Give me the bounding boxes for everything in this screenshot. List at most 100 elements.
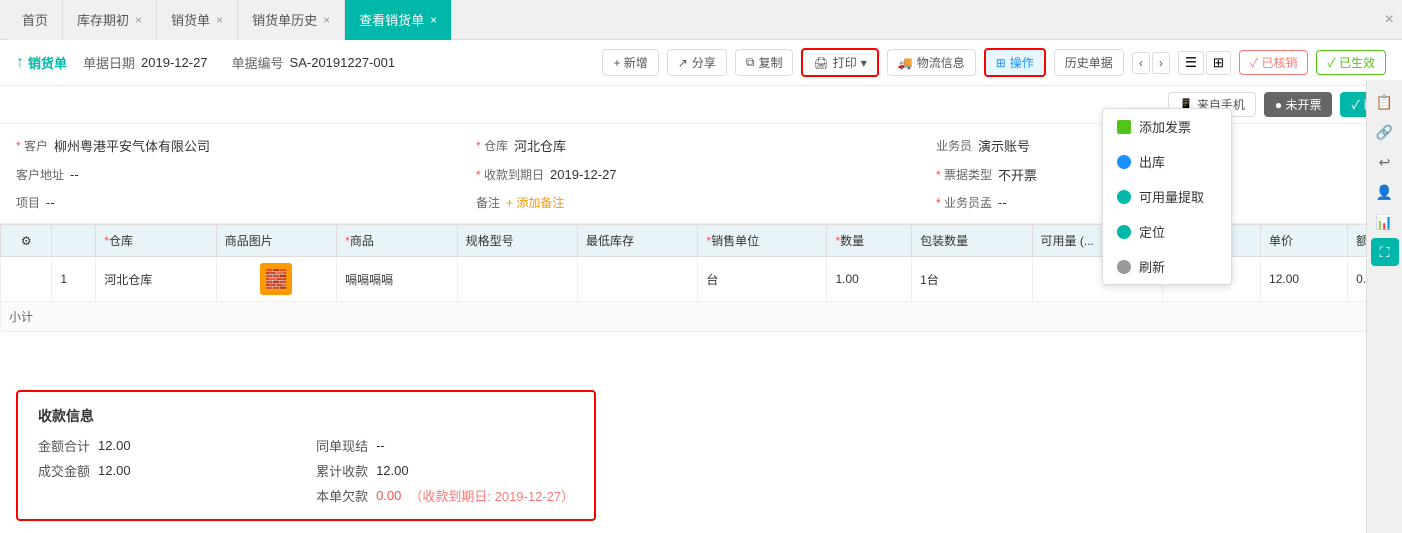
total-amount-label: 金额合计 [38, 436, 90, 455]
col-product: *商品 [337, 225, 457, 257]
col-product-img: 商品图片 [216, 225, 336, 257]
col-spec: 规格型号 [457, 225, 577, 257]
print-dropdown-arrow: ▾ [861, 56, 867, 70]
number-label: 单据编号 [232, 53, 284, 72]
outbound-label: 出库 [1139, 152, 1165, 171]
sidebar-icon-undo[interactable]: ↩ [1371, 148, 1399, 176]
history-button[interactable]: 历史单据 [1054, 49, 1124, 76]
sidebar-icon-expand[interactable]: ⛶ [1371, 238, 1399, 266]
unopened-button[interactable]: ● 未开票 [1264, 92, 1333, 117]
tab-inventory-init[interactable]: 库存期初 × [63, 0, 157, 40]
prev-button[interactable]: ‹ [1132, 52, 1150, 74]
new-button[interactable]: + 新增 [602, 49, 658, 76]
available-qty-label: 可用量提取 [1139, 187, 1204, 206]
dropdown-item-add-invoice[interactable]: 添加发票 [1103, 109, 1231, 144]
copy-button[interactable]: ⧉ 复制 [735, 49, 794, 76]
date-value: 2019-12-27 [141, 55, 208, 70]
customer-row: 客户 柳州粤港平安气体有限公司 [16, 136, 466, 155]
balance-row: 本单欠款 0.00 （收款到期日: 2019-12-27） [316, 486, 574, 505]
salesperson-value: 演示账号 [978, 136, 1030, 155]
payment-info-title: 收款信息 [38, 406, 574, 426]
dropdown-item-available-qty[interactable]: 可用量提取 [1103, 179, 1231, 214]
dropdown-item-locate[interactable]: 定位 [1103, 214, 1231, 249]
tab-close-view[interactable]: × [430, 13, 437, 27]
subtotal-row: 小计 [1, 302, 1402, 332]
cell-pack-qty: 1台 [912, 257, 1032, 302]
view-toggle: ☰ ⊞ [1178, 51, 1231, 75]
share-icon: ↗ [678, 56, 688, 70]
print-button[interactable]: 🖨 打印 ▾ [801, 48, 878, 77]
salesperson2-value: -- [998, 195, 1007, 210]
settlement-value: -- [376, 438, 385, 453]
balance-label: 本单欠款 [316, 486, 368, 505]
col-warehouse: *仓库 [96, 225, 216, 257]
tab-sales-order[interactable]: 销货单 × [157, 0, 238, 40]
settlement-row: 同单现结 -- [316, 436, 574, 455]
cancelled-badge[interactable]: ✓ 已核销 [1239, 50, 1309, 75]
dropdown-item-outbound[interactable]: 出库 [1103, 144, 1231, 179]
available-qty-icon [1117, 190, 1131, 204]
ticket-type-label: 票据类型 [936, 166, 992, 183]
payment-info-grid: 金额合计 12.00 同单现结 -- 成交金额 12.00 累计收款 12.00 [38, 436, 574, 505]
tab-close-history[interactable]: × [323, 13, 330, 27]
cell-warehouse: 河北仓库 [96, 257, 216, 302]
col-sales-unit: *销售单位 [698, 225, 827, 257]
bottom-section: 收款信息 金额合计 12.00 同单现结 -- 成交金额 12.00 [0, 378, 1402, 533]
cell-sales-unit: 台 [698, 257, 827, 302]
tab-bar: 首页 库存期初 × 销货单 × 销货单历史 × 查看销货单 × × [0, 0, 1402, 40]
project-label: 项目 [16, 194, 40, 211]
transaction-amount-row: 成交金额 12.00 [38, 461, 296, 480]
grid-view-button[interactable]: ⊞ [1206, 51, 1231, 75]
sidebar-icon-chart[interactable]: 📊 [1371, 208, 1399, 236]
col-pack-qty: 包装数量 [912, 225, 1032, 257]
warehouse-value: 河北仓库 [514, 136, 566, 155]
date-label: 单据日期 [83, 53, 135, 72]
sidebar-icon-link[interactable]: 🔗 [1371, 118, 1399, 146]
tab-home[interactable]: 首页 [8, 0, 63, 40]
operation-button[interactable]: ⊞ 操作 [984, 48, 1046, 77]
locate-icon [1117, 225, 1131, 239]
transaction-value: 12.00 [98, 463, 131, 478]
cell-settings [1, 257, 52, 302]
cumulative-row: 累计收款 12.00 [316, 461, 574, 480]
logistics-icon: 🚚 [898, 56, 913, 70]
cumulative-value: 12.00 [376, 463, 409, 478]
tab-close-sales[interactable]: × [216, 13, 223, 27]
dropdown-item-refresh[interactable]: 刷新 [1103, 249, 1231, 284]
customer-label: 客户 [16, 137, 48, 154]
doc-type-badge: ↑ 销货单 [16, 53, 67, 72]
cumulative-label: 累计收款 [316, 461, 368, 480]
project-value: -- [46, 195, 55, 210]
document-header: ↑ 销货单 单据日期 2019-12-27 单据编号 SA-20191227-0… [0, 40, 1402, 86]
share-button[interactable]: ↗ 分享 [667, 49, 727, 76]
number-value: SA-20191227-001 [290, 55, 396, 70]
right-sidebar: 📋 🔗 ↩ 👤 📊 ⛶ [1366, 80, 1402, 533]
print-icon: 🖨 [813, 56, 828, 70]
tab-sales-history[interactable]: 销货单历史 × [238, 0, 345, 40]
outbound-icon [1117, 155, 1131, 169]
salesperson-label: 业务员 [936, 137, 972, 154]
tab-close-inventory[interactable]: × [135, 13, 142, 27]
due-date-value: 2019-12-27 [550, 167, 617, 182]
next-button[interactable]: › [1152, 52, 1170, 74]
col-settings[interactable]: ⚙ [1, 225, 52, 257]
copy-icon: ⧉ [746, 55, 755, 70]
sidebar-icon-user[interactable]: 👤 [1371, 178, 1399, 206]
cell-product: 嗝嗝嗝嗝 [337, 257, 457, 302]
cell-rownum: 1 [52, 257, 96, 302]
refresh-icon [1117, 260, 1131, 274]
window-close-button[interactable]: × [1385, 11, 1394, 29]
toolbar-actions: + 新增 ↗ 分享 ⧉ 复制 🖨 打印 ▾ 🚚 物流信息 [602, 48, 1386, 77]
col-rownum [52, 225, 96, 257]
settlement-label: 同单现结 [316, 436, 368, 455]
add-note-button[interactable]: + 添加备注 [506, 194, 564, 211]
col-unit-price: 单价 [1261, 225, 1348, 257]
effective-badge[interactable]: ✓ 已生效 [1316, 50, 1386, 75]
list-view-button[interactable]: ☰ [1178, 51, 1204, 75]
ticket-type-value: 不开票 [998, 165, 1037, 184]
note-label: 备注 [476, 194, 500, 211]
payment-info-box: 收款信息 金额合计 12.00 同单现结 -- 成交金额 12.00 [16, 390, 596, 521]
sidebar-icon-copy[interactable]: 📋 [1371, 88, 1399, 116]
tab-view-sales[interactable]: 查看销货单 × [345, 0, 452, 40]
logistics-button[interactable]: 🚚 物流信息 [887, 49, 976, 76]
